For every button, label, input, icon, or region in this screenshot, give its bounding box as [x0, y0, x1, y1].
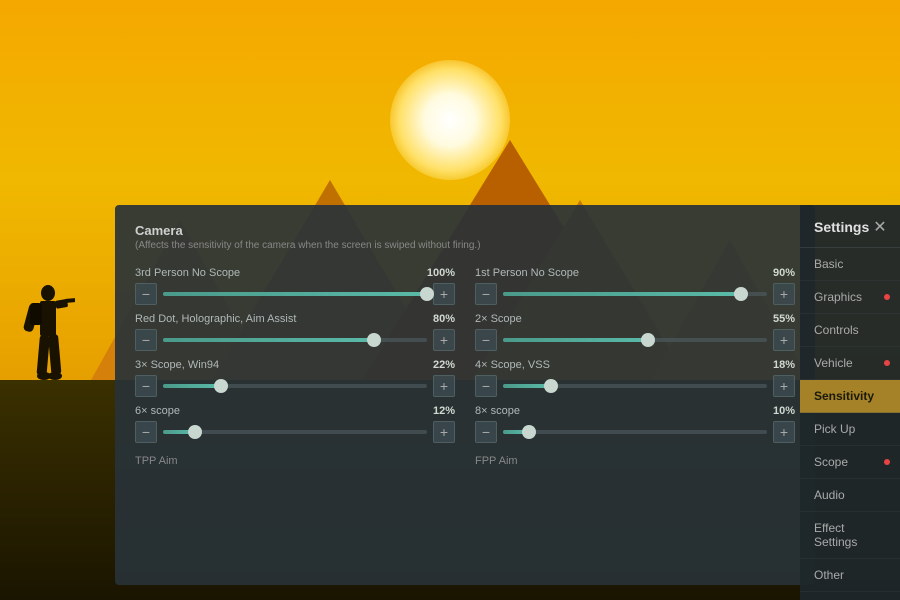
slider-label: 3× Scope, Win94	[135, 359, 219, 371]
slider-track[interactable]	[503, 384, 767, 388]
slider-fill	[503, 292, 741, 296]
character-silhouette	[20, 285, 80, 405]
slider-thumb[interactable]	[544, 379, 558, 393]
slider-label: 6× scope	[135, 405, 180, 417]
sidebar-item-vehicle[interactable]: Vehicle	[800, 347, 900, 380]
sidebar-item-label: Graphics	[814, 290, 862, 304]
slider-fill	[163, 338, 374, 342]
slider-label: Red Dot, Holographic, Aim Assist	[135, 313, 296, 325]
slider-plus-button[interactable]: +	[773, 375, 795, 397]
slider-thumb[interactable]	[641, 333, 655, 347]
slider-group-3rd-person-no-scope: 3rd Person No Scope 100% − +	[135, 267, 455, 305]
slider-group-6--scope: 6× scope 12% − +	[135, 405, 455, 443]
slider-minus-button[interactable]: −	[475, 375, 497, 397]
slider-minus-button[interactable]: −	[135, 283, 157, 305]
slider-plus-button[interactable]: +	[773, 283, 795, 305]
sidebar-items-list: Basic Graphics Controls Vehicle Sensitivity P…	[800, 248, 900, 600]
bottom-label-tpp-aim: TPP Aim	[135, 453, 455, 467]
sidebar-item-sensitivity[interactable]: Sensitivity	[800, 380, 900, 413]
slider-minus-button[interactable]: −	[475, 421, 497, 443]
sidebar-item-effect-settings[interactable]: Effect Settings	[800, 512, 900, 559]
slider-group-3--scope--win94: 3× Scope, Win94 22% − +	[135, 359, 455, 397]
slider-thumb[interactable]	[367, 333, 381, 347]
slider-thumb[interactable]	[522, 425, 536, 439]
sidebar: Settings ✕ Basic Graphics Controls Vehicle S…	[800, 205, 900, 600]
slider-label: 3rd Person No Scope	[135, 267, 240, 279]
sidebar-item-label: Basic	[814, 257, 843, 271]
slider-value: 55%	[773, 313, 795, 325]
sidebar-item-graphics[interactable]: Graphics	[800, 281, 900, 314]
slider-thumb[interactable]	[420, 287, 434, 301]
slider-minus-button[interactable]: −	[135, 375, 157, 397]
panel-title: Camera	[135, 223, 795, 238]
sidebar-item-label: Pick Up	[814, 422, 855, 436]
slider-value: 18%	[773, 359, 795, 371]
slider-plus-button[interactable]: +	[433, 329, 455, 351]
settings-panel: Camera (Affects the sensitivity of the c…	[115, 205, 815, 585]
sliders-grid: 3rd Person No Scope100%−+1st Person No S…	[135, 267, 795, 443]
slider-track[interactable]	[163, 430, 427, 434]
sidebar-item-label: Sensitivity	[814, 389, 874, 403]
slider-value: 12%	[433, 405, 455, 417]
slider-track[interactable]	[163, 292, 427, 296]
slider-value: 90%	[773, 267, 795, 279]
sidebar-item-label: Scope	[814, 455, 848, 469]
sidebar-item-label: Controls	[814, 323, 859, 337]
slider-value: 80%	[433, 313, 455, 325]
sidebar-item-pick-up[interactable]: Pick Up	[800, 413, 900, 446]
slider-thumb[interactable]	[214, 379, 228, 393]
sidebar-item-label: Other	[814, 568, 844, 582]
sidebar-item-label: Audio	[814, 488, 845, 502]
slider-group-2--scope: 2× Scope 55% − +	[475, 313, 795, 351]
slider-minus-button[interactable]: −	[135, 329, 157, 351]
sidebar-item-audio[interactable]: Audio	[800, 479, 900, 512]
slider-minus-button[interactable]: −	[475, 329, 497, 351]
sidebar-title: Settings	[814, 219, 869, 235]
slider-label: 1st Person No Scope	[475, 267, 579, 279]
slider-group-red-dot--holographic--aim-assist: Red Dot, Holographic, Aim Assist 80% − +	[135, 313, 455, 351]
sidebar-item-scope[interactable]: Scope	[800, 446, 900, 479]
sidebar-header: Settings ✕	[800, 205, 900, 248]
slider-group-1st-person-no-scope: 1st Person No Scope 90% − +	[475, 267, 795, 305]
sidebar-item-basic[interactable]: Basic	[800, 248, 900, 281]
sidebar-item-label: Vehicle	[814, 356, 853, 370]
slider-minus-button[interactable]: −	[475, 283, 497, 305]
slider-track[interactable]	[503, 292, 767, 296]
notification-dot	[884, 459, 890, 465]
slider-plus-button[interactable]: +	[773, 329, 795, 351]
bottom-labels: TPP Aim FPP Aim	[135, 453, 795, 467]
slider-fill	[503, 338, 648, 342]
slider-fill	[163, 292, 427, 296]
notification-dot	[884, 294, 890, 300]
close-button[interactable]: ✕	[870, 217, 890, 237]
notification-dot	[884, 360, 890, 366]
slider-minus-button[interactable]: −	[135, 421, 157, 443]
slider-value: 22%	[433, 359, 455, 371]
slider-value: 10%	[773, 405, 795, 417]
panel-subtitle: (Affects the sensitivity of the camera w…	[135, 240, 795, 251]
slider-plus-button[interactable]: +	[773, 421, 795, 443]
slider-track[interactable]	[503, 430, 767, 434]
slider-label: 2× Scope	[475, 313, 522, 325]
slider-label: 8× scope	[475, 405, 520, 417]
sidebar-item-other[interactable]: Other	[800, 559, 900, 592]
slider-thumb[interactable]	[734, 287, 748, 301]
sidebar-item-controls[interactable]: Controls	[800, 314, 900, 347]
slider-group-8--scope: 8× scope 10% − +	[475, 405, 795, 443]
bottom-label-fpp-aim: FPP Aim	[475, 453, 795, 467]
slider-track[interactable]	[503, 338, 767, 342]
slider-track[interactable]	[163, 338, 427, 342]
slider-plus-button[interactable]: +	[433, 283, 455, 305]
slider-track[interactable]	[163, 384, 427, 388]
slider-fill	[163, 384, 221, 388]
sidebar-item-label: Effect Settings	[814, 521, 890, 549]
slider-value: 100%	[427, 267, 455, 279]
slider-thumb[interactable]	[188, 425, 202, 439]
slider-group-4--scope--vss: 4× Scope, VSS 18% − +	[475, 359, 795, 397]
slider-plus-button[interactable]: +	[433, 375, 455, 397]
slider-label: 4× Scope, VSS	[475, 359, 550, 371]
slider-plus-button[interactable]: +	[433, 421, 455, 443]
